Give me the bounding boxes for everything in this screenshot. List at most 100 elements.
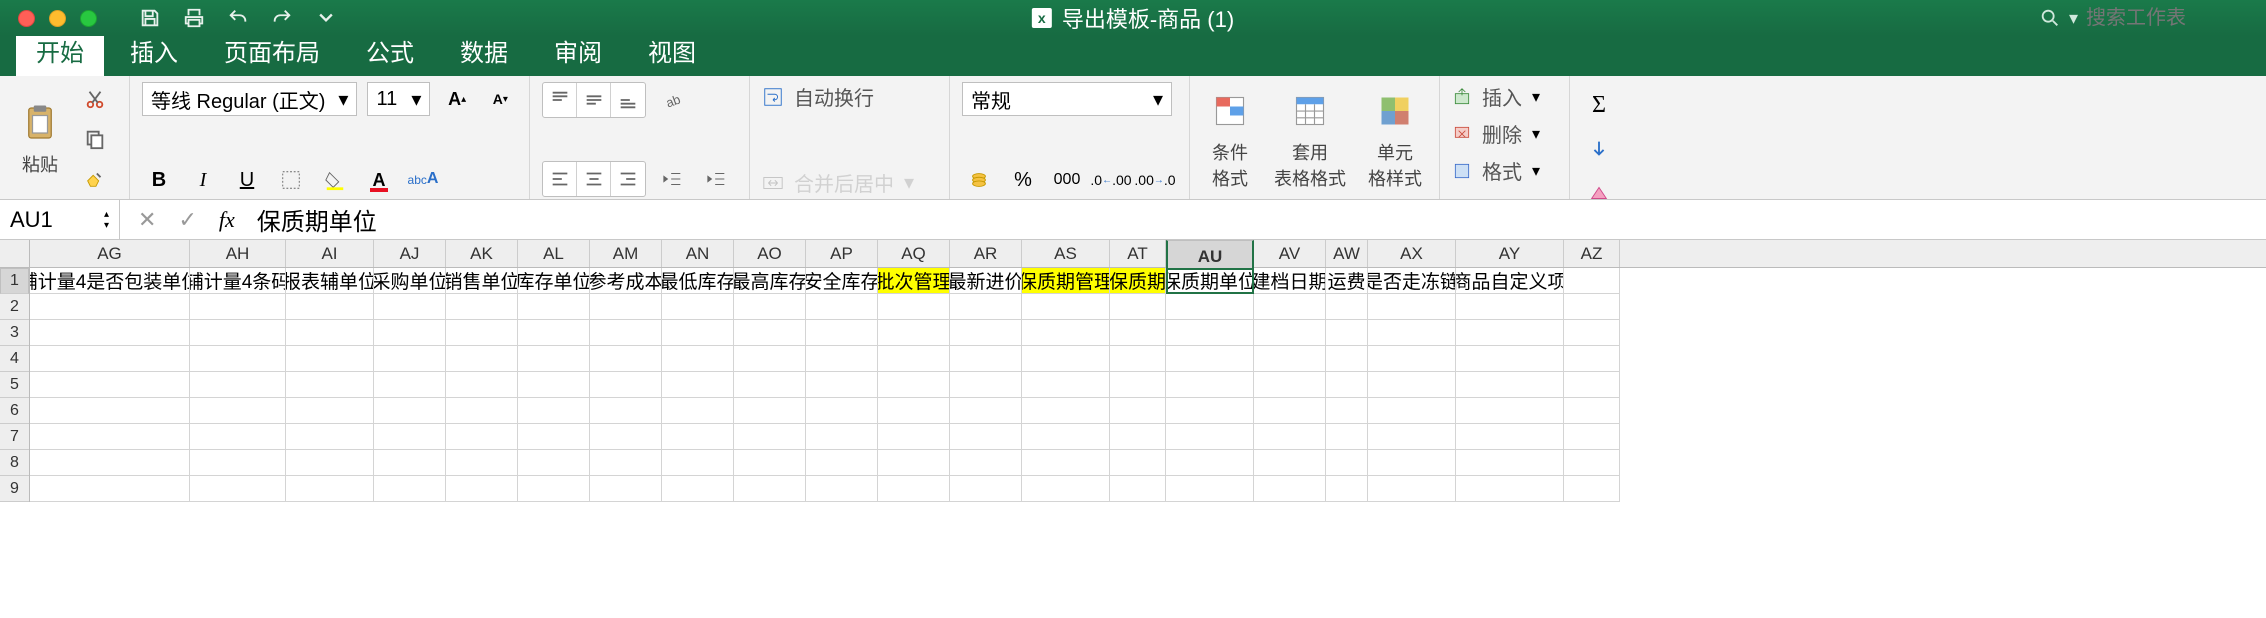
cell-AW7[interactable] [1326, 424, 1368, 450]
col-header-AS[interactable]: AS [1022, 240, 1110, 267]
cell-AG4[interactable] [30, 346, 190, 372]
cell-AS2[interactable] [1022, 294, 1110, 320]
cell-AQ4[interactable] [878, 346, 950, 372]
cell-AR2[interactable] [950, 294, 1022, 320]
insert-button[interactable]: 插入▾ [1452, 82, 1557, 111]
cell-AX6[interactable] [1368, 398, 1456, 424]
cell-AZ9[interactable] [1564, 476, 1620, 502]
col-header-AG[interactable]: AG [30, 240, 190, 267]
cell-AU1[interactable]: 保质期单位 [1166, 268, 1254, 294]
col-header-AH[interactable]: AH [190, 240, 286, 267]
cell-AO3[interactable] [734, 320, 806, 346]
cell-AO6[interactable] [734, 398, 806, 424]
cell-AV2[interactable] [1254, 294, 1326, 320]
enter-formula-icon[interactable]: ✓ [178, 207, 196, 233]
col-header-AN[interactable]: AN [662, 240, 734, 267]
cell-AN8[interactable] [662, 450, 734, 476]
cell-AP6[interactable] [806, 398, 878, 424]
cell-AN2[interactable] [662, 294, 734, 320]
cell-AP1[interactable]: 安全库存 [806, 268, 878, 294]
format-button[interactable]: 格式▾ [1452, 156, 1557, 185]
cell-AU7[interactable] [1166, 424, 1254, 450]
undo-icon[interactable] [225, 5, 251, 31]
cell-AR6[interactable] [950, 398, 1022, 424]
cell-AV9[interactable] [1254, 476, 1326, 502]
cell-AG3[interactable] [30, 320, 190, 346]
cell-AM9[interactable] [590, 476, 662, 502]
cell-AY2[interactable] [1456, 294, 1564, 320]
cell-AY8[interactable] [1456, 450, 1564, 476]
cell-AL8[interactable] [518, 450, 590, 476]
cell-AH9[interactable] [190, 476, 286, 502]
cell-AU2[interactable] [1166, 294, 1254, 320]
cell-AX2[interactable] [1368, 294, 1456, 320]
cell-AV7[interactable] [1254, 424, 1326, 450]
cell-AH6[interactable] [190, 398, 286, 424]
cell-AM4[interactable] [590, 346, 662, 372]
cell-AM8[interactable] [590, 450, 662, 476]
cell-AN1[interactable]: 最低库存 [662, 268, 734, 294]
align-top-icon[interactable] [543, 83, 577, 117]
cell-AN5[interactable] [662, 372, 734, 398]
cell-AV4[interactable] [1254, 346, 1326, 372]
font-size-select[interactable]: 11▾ [367, 82, 430, 116]
cell-AW5[interactable] [1326, 372, 1368, 398]
cell-AT7[interactable] [1110, 424, 1166, 450]
cell-AY1[interactable]: 商品自定义项 [1456, 268, 1564, 294]
col-header-AQ[interactable]: AQ [878, 240, 950, 267]
cell-AL6[interactable] [518, 398, 590, 424]
cell-AW3[interactable] [1326, 320, 1368, 346]
cell-AG8[interactable] [30, 450, 190, 476]
decrease-font-icon[interactable]: A▾ [484, 82, 517, 116]
cell-AL5[interactable] [518, 372, 590, 398]
cell-AG9[interactable] [30, 476, 190, 502]
italic-button[interactable]: I [186, 163, 220, 197]
search-input[interactable] [2086, 7, 2246, 30]
cell-AP2[interactable] [806, 294, 878, 320]
cell-AZ3[interactable] [1564, 320, 1620, 346]
cell-AP9[interactable] [806, 476, 878, 502]
underline-button[interactable]: U [230, 163, 264, 197]
cell-AV8[interactable] [1254, 450, 1326, 476]
cell-AH8[interactable] [190, 450, 286, 476]
font-color-button[interactable]: A [362, 163, 396, 197]
cell-AS8[interactable] [1022, 450, 1110, 476]
cell-AQ3[interactable] [878, 320, 950, 346]
row-header-4[interactable]: 4 [0, 346, 29, 372]
cell-AO5[interactable] [734, 372, 806, 398]
increase-indent-icon[interactable] [700, 162, 734, 196]
cell-AS5[interactable] [1022, 372, 1110, 398]
cell-AL1[interactable]: 库存单位 [518, 268, 590, 294]
cell-AW2[interactable] [1326, 294, 1368, 320]
row-header-3[interactable]: 3 [0, 320, 29, 346]
cell-AP8[interactable] [806, 450, 878, 476]
cell-AU6[interactable] [1166, 398, 1254, 424]
cell-AY7[interactable] [1456, 424, 1564, 450]
cell-AJ6[interactable] [374, 398, 446, 424]
cell-AW6[interactable] [1326, 398, 1368, 424]
minimize-window-button[interactable] [49, 10, 66, 27]
cell-AL7[interactable] [518, 424, 590, 450]
cell-AI7[interactable] [286, 424, 374, 450]
col-header-AI[interactable]: AI [286, 240, 374, 267]
cell-AX5[interactable] [1368, 372, 1456, 398]
cell-AX7[interactable] [1368, 424, 1456, 450]
cell-AR8[interactable] [950, 450, 1022, 476]
cell-AX4[interactable] [1368, 346, 1456, 372]
cell-AO1[interactable]: 最高库存 [734, 268, 806, 294]
cell-AO8[interactable] [734, 450, 806, 476]
align-middle-icon[interactable] [577, 83, 611, 117]
cell-AI8[interactable] [286, 450, 374, 476]
cell-AO9[interactable] [734, 476, 806, 502]
cell-AT4[interactable] [1110, 346, 1166, 372]
cell-AN4[interactable] [662, 346, 734, 372]
cell-AT8[interactable] [1110, 450, 1166, 476]
cell-AO4[interactable] [734, 346, 806, 372]
cell-AN6[interactable] [662, 398, 734, 424]
col-header-AT[interactable]: AT [1110, 240, 1166, 267]
cell-AI5[interactable] [286, 372, 374, 398]
row-header-1[interactable]: 1 [0, 268, 29, 294]
cell-AN9[interactable] [662, 476, 734, 502]
cell-AS1[interactable]: 保质期管理 [1022, 268, 1110, 294]
cell-AH1[interactable]: 辅计量4条码 [190, 268, 286, 294]
